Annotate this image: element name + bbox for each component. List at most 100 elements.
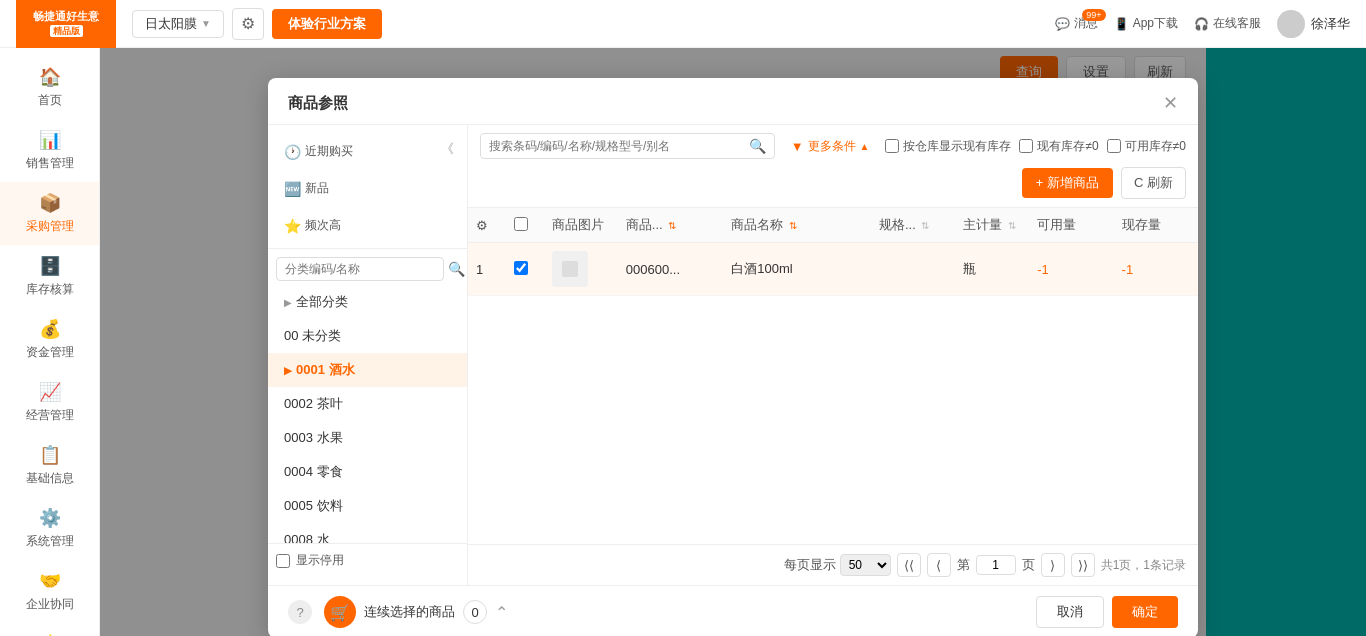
main-layout: 🏠 首页 📊 销售管理 📦 采购管理 🗄️ 库存核算 💰 资金管理 📈 经营管理… xyxy=(0,48,1366,636)
col-header-code[interactable]: 商品... ⇅ xyxy=(618,208,723,243)
page-label: 第 xyxy=(957,556,970,574)
store-dropdown[interactable]: 日太阳膜 ▼ xyxy=(132,10,224,38)
row-stock: -1 xyxy=(1114,243,1198,296)
recent-purchase-btn[interactable]: 🕐 近期购买 xyxy=(276,137,431,166)
col-header-name[interactable]: 商品名称 ⇅ xyxy=(723,208,871,243)
sidebar-item-system[interactable]: ⚙️ 系统管理 xyxy=(0,497,99,560)
close-icon[interactable]: ✕ xyxy=(1163,92,1178,114)
help-icon[interactable]: ? xyxy=(288,600,312,624)
product-search-icon[interactable]: 🔍 xyxy=(749,138,766,154)
col-stock-label: 现存量 xyxy=(1122,217,1161,232)
category-item-snacks[interactable]: 0004 零食 xyxy=(268,455,467,489)
stock-nonzero-label: 现有库存≠0 xyxy=(1037,138,1098,155)
per-page-area: 每页显示 50 20 100 xyxy=(784,554,891,576)
app-download-area[interactable]: 📱 App下载 xyxy=(1114,15,1178,32)
settings-icon[interactable]: ⚙ xyxy=(232,8,264,40)
category-item-all[interactable]: ▶ 全部分类 xyxy=(268,285,467,319)
last-page-btn[interactable]: ⟩⟩ xyxy=(1071,553,1095,577)
quick-filter-area: 🕐 近期购买 《 xyxy=(268,133,467,170)
avail-nonzero-checkbox-area[interactable]: 可用库存≠0 xyxy=(1107,138,1186,155)
frequent-btn[interactable]: ⭐ 频次高 xyxy=(276,211,459,240)
svg-point-1 xyxy=(1281,28,1301,38)
warehouse-checkbox[interactable] xyxy=(885,139,899,153)
sidebar-item-home[interactable]: 🏠 首页 xyxy=(0,56,99,119)
category-item-unclassified[interactable]: 00 未分类 xyxy=(268,319,467,353)
category-item-liquor[interactable]: ▶ 0001 酒水 xyxy=(268,353,467,387)
col-img-label: 商品图片 xyxy=(552,217,604,232)
chevron-down-icon: ▼ xyxy=(201,18,211,29)
confirm-button[interactable]: 确定 xyxy=(1112,596,1178,628)
col-code-label: 商品... xyxy=(626,217,663,232)
modal-footer: ? 🛒 连续选择的商品 0 ⌃ 取消 确定 xyxy=(268,585,1198,636)
col-header-stock[interactable]: 现存量 xyxy=(1114,208,1198,243)
category-item-water[interactable]: 0008 水 xyxy=(268,523,467,543)
sidebar-item-collab[interactable]: 🤝 企业协同 xyxy=(0,560,99,623)
arrow-right-icon: ▶ xyxy=(284,297,292,308)
next-page-btn[interactable]: ⟩ xyxy=(1041,553,1065,577)
sidebar-item-finance[interactable]: 💰 资金管理 xyxy=(0,308,99,371)
show-disabled-checkbox[interactable] xyxy=(276,554,290,568)
user-area[interactable]: 徐泽华 xyxy=(1277,10,1350,38)
total-info: 共1页，1条记录 xyxy=(1101,557,1186,574)
col-header-avail[interactable]: 可用量 xyxy=(1029,208,1113,243)
more-filter-btn[interactable]: ▼ 更多条件 ▲ xyxy=(783,134,878,159)
select-all-checkbox[interactable] xyxy=(514,217,528,231)
footer-actions: 取消 确定 xyxy=(1036,596,1178,628)
breadcrumb-area: 日太阳膜 ▼ ⚙ 体验行业方案 xyxy=(132,8,382,40)
sort-unit-icon: ⇅ xyxy=(1008,220,1016,231)
warehouse-checkbox-label: 按仓库显示现有库存 xyxy=(903,138,1011,155)
stock-nonzero-checkbox-area[interactable]: 现有库存≠0 xyxy=(1019,138,1098,155)
online-service-area[interactable]: 🎧 在线客服 xyxy=(1194,15,1261,32)
category-item-beverage[interactable]: 0005 饮料 xyxy=(268,489,467,523)
first-page-btn[interactable]: ⟨⟨ xyxy=(897,553,921,577)
product-search-input[interactable] xyxy=(489,139,749,153)
sidebar-item-sales[interactable]: 📊 销售管理 xyxy=(0,119,99,182)
row-checkbox[interactable] xyxy=(514,261,528,275)
new-icon: 🆕 xyxy=(284,181,301,197)
category-item-fruit[interactable]: 0003 水果 xyxy=(268,421,467,455)
cart-area[interactable]: 🛒 连续选择的商品 0 ⌃ xyxy=(324,596,508,628)
per-page-select[interactable]: 50 20 100 xyxy=(840,554,891,576)
product-table: ⚙ 商品图片 商品... xyxy=(468,208,1198,296)
warehouse-checkbox-area[interactable]: 按仓库显示现有库存 xyxy=(885,138,1011,155)
collapse-icon[interactable]: 《 xyxy=(435,137,459,161)
chevron-up-icon[interactable]: ⌃ xyxy=(495,603,508,622)
sidebar-item-inventory[interactable]: 🗄️ 库存核算 xyxy=(0,245,99,308)
headphone-icon: 🎧 xyxy=(1194,17,1209,31)
new-items-btn[interactable]: 🆕 新品 xyxy=(276,174,459,203)
avail-nonzero-label: 可用库存≠0 xyxy=(1125,138,1186,155)
refresh-button[interactable]: C 刷新 xyxy=(1121,167,1186,199)
sidebar-item-guide[interactable]: 🌟 新手引导 xyxy=(0,623,99,636)
category-item-tea[interactable]: 0002 茶叶 xyxy=(268,387,467,421)
messages-area[interactable]: 💬 消息 99+ xyxy=(1055,15,1098,32)
row-checkbox-cell[interactable] xyxy=(506,243,544,296)
sidebar-label-purchase: 采购管理 xyxy=(26,218,74,235)
avail-nonzero-checkbox[interactable] xyxy=(1107,139,1121,153)
cart-count: 0 xyxy=(463,600,487,624)
show-disabled-toggle[interactable]: 显示停用 xyxy=(276,552,459,569)
category-search-input[interactable] xyxy=(276,257,444,281)
col-unit-label: 主计量 xyxy=(963,217,1002,232)
cancel-button[interactable]: 取消 xyxy=(1036,596,1104,628)
new-items-label: 新品 xyxy=(305,180,329,197)
prev-page-btn[interactable]: ⟨ xyxy=(927,553,951,577)
category-search-icon[interactable]: 🔍 xyxy=(448,261,465,277)
sidebar-item-operations[interactable]: 📈 经营管理 xyxy=(0,371,99,434)
row-unit: 瓶 xyxy=(955,243,1029,296)
sidebar-item-basics[interactable]: 📋 基础信息 xyxy=(0,434,99,497)
trial-button[interactable]: 体验行业方案 xyxy=(272,9,382,39)
sidebar-item-purchase[interactable]: 📦 采购管理 xyxy=(0,182,99,245)
home-icon: 🏠 xyxy=(39,66,61,88)
col-header-settings[interactable]: ⚙ xyxy=(468,208,506,243)
table-row[interactable]: 1 xyxy=(468,243,1198,296)
online-service-label: 在线客服 xyxy=(1213,15,1261,32)
col-header-unit[interactable]: 主计量 ⇅ xyxy=(955,208,1029,243)
stock-nonzero-checkbox[interactable] xyxy=(1019,139,1033,153)
avail-value: -1 xyxy=(1037,262,1049,277)
messages-badge: 99+ xyxy=(1082,9,1105,21)
chevron-up-icon: ▲ xyxy=(860,141,870,152)
col-header-spec[interactable]: 规格... ⇅ xyxy=(871,208,955,243)
pagination: 每页显示 50 20 100 ⟨⟨ ⟨ 第 页 xyxy=(468,544,1198,585)
page-number-input[interactable] xyxy=(976,555,1016,575)
new-product-button[interactable]: + 新增商品 xyxy=(1022,168,1113,198)
